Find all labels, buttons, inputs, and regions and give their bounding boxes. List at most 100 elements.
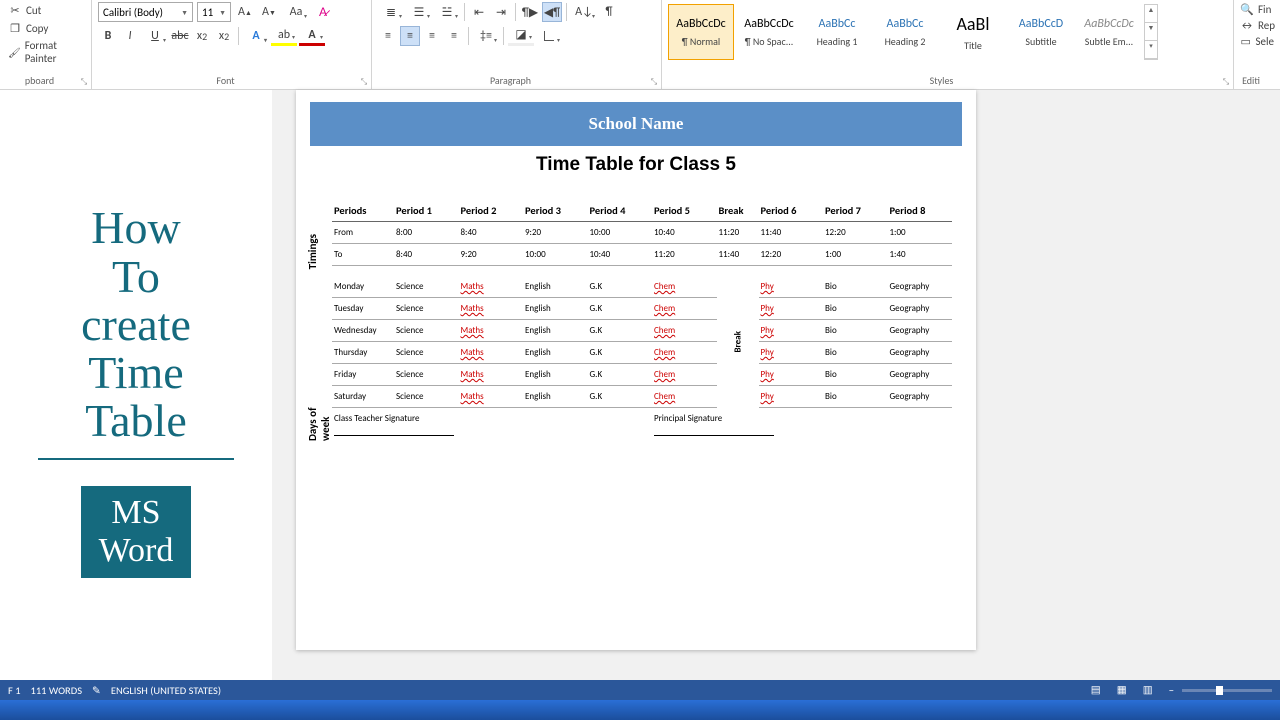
subject-cell: Bio [823,364,888,386]
zoom-thumb[interactable] [1216,686,1223,695]
col-header: Period 7 [823,200,888,222]
italic-button[interactable]: I [120,26,140,46]
subject-cell: G.K [588,386,653,408]
style-subtle-em---[interactable]: AaBbCcDcSubtle Em... [1076,4,1142,60]
brush-icon [8,45,21,59]
select-icon: ▭ [1240,34,1251,48]
copy-icon [8,21,22,35]
overlay-rule [38,458,235,460]
chevron-down-icon: ▼ [181,8,188,17]
bold-button[interactable]: B [98,26,118,46]
underline-button[interactable]: U [142,26,168,46]
time-cell: 1:40 [888,244,953,266]
read-mode-button[interactable]: ▤ [1091,683,1109,697]
style-title[interactable]: AaBlTitle [940,4,1006,60]
day-label: Thursday [332,342,394,364]
style-heading-2[interactable]: AaBbCcHeading 2 [872,4,938,60]
subject-cell: Phy [759,386,824,408]
clipboard-dialog-launcher[interactable]: ⤡ [79,77,89,87]
clear-formatting-button[interactable]: A̷ [313,2,333,22]
styles-gallery[interactable]: AaBbCcDc¶ NormalAaBbCcDc¶ No Spac...AaBb… [668,2,1227,60]
overlay-text: How To create Time Table [81,204,191,445]
text-effects-button[interactable]: A [243,26,269,46]
highlight-button[interactable]: ab [271,26,297,46]
shrink-font-button[interactable]: A▼ [259,2,279,22]
gallery-scroll[interactable]: ▲▼▾ [1144,4,1158,60]
separator [566,3,567,21]
principal-signature: Principal Signature [652,408,952,442]
strikethrough-button[interactable]: abc [170,26,190,46]
show-marks-button[interactable]: ¶ [599,2,619,22]
numbering-button[interactable]: ☰ [406,2,432,22]
styles-dialog-launcher[interactable]: ⤡ [1221,77,1231,87]
align-left-button[interactable]: ≡ [378,26,398,46]
separator [468,27,469,45]
word-count[interactable]: 111 WORDS [31,684,83,697]
style-subtitle[interactable]: AaBbCcDSubtitle [1008,4,1074,60]
increase-indent-button[interactable]: ⇥ [491,2,511,22]
style---no-spac---[interactable]: AaBbCcDc¶ No Spac... [736,4,802,60]
subscript-button[interactable]: x2 [192,26,212,46]
timetable: PeriodsPeriod 1Period 2Period 3Period 4P… [332,200,952,441]
ltr-button[interactable]: ¶▶ [520,2,540,22]
decrease-indent-button[interactable]: ⇤ [469,2,489,22]
time-cell: 9:20 [523,222,588,244]
subject-cell: Geography [888,276,953,298]
shading-button[interactable]: ◪ [508,26,534,46]
separator [515,3,516,21]
paragraph-dialog-launcher[interactable]: ⤡ [649,77,659,87]
style-heading-1[interactable]: AaBbCcHeading 1 [804,4,870,60]
subject-cell: Phy [759,298,824,320]
page-indicator[interactable]: F 1 [8,684,21,697]
print-layout-button[interactable]: ▦ [1117,683,1135,697]
document-area: How To create Time Table MS Word School … [0,90,1280,692]
zoom-slider[interactable] [1182,689,1272,692]
replace-button[interactable]: ↔Rep [1240,18,1274,32]
language-indicator[interactable]: ENGLISH (UNITED STATES) [111,684,221,697]
subject-cell: G.K [588,364,653,386]
copy-button[interactable]: Copy [6,20,85,36]
day-label: Monday [332,276,394,298]
day-label: Friday [332,364,394,386]
justify-button[interactable]: ≡ [444,26,464,46]
bullets-button[interactable]: ≣ [378,2,404,22]
select-button[interactable]: ▭ Sele [1240,34,1274,48]
superscript-button[interactable]: x2 [214,26,234,46]
subject-cell: Geography [888,298,953,320]
rtl-button[interactable]: ◀¶ [542,2,562,22]
windows-taskbar[interactable] [0,700,1280,720]
font-group-label: Font [92,74,359,87]
font-name-combo[interactable]: Calibri (Body) ▼ [98,2,193,22]
align-center-button[interactable]: ≡ [400,26,420,46]
font-size-combo[interactable]: 11▼ [197,2,231,22]
day-label: Wednesday [332,320,394,342]
group-paragraph: ≣ ☰ ☱ ⇤ ⇥ ¶▶ ◀¶ A↓ ¶ ≡ ≡ ≡ ≡ ‡≡ ◪ Paragr… [372,0,662,90]
grow-font-button[interactable]: A▲ [235,2,255,22]
subject-cell: Maths [459,386,524,408]
sort-button[interactable]: A↓ [571,2,597,22]
format-painter-button[interactable]: Format Painter [6,38,85,66]
status-bar: F 1 111 WORDS ✎ ENGLISH (UNITED STATES) … [0,680,1280,700]
proofing-icon[interactable]: ✎ [92,684,101,697]
subject-cell: Geography [888,342,953,364]
document-page[interactable]: School Name Time Table for Class 5 Timin… [296,90,976,650]
multilevel-button[interactable]: ☱ [434,2,460,22]
tutorial-overlay: How To create Time Table MS Word [0,90,272,692]
zoom-out-button[interactable]: − [1169,684,1174,697]
font-dialog-launcher[interactable]: ⤡ [359,77,369,87]
select-label: Sele [1255,35,1274,48]
timing-row: To8:409:2010:0010:4011:2011:4012:201:001… [332,244,952,266]
cut-button[interactable]: Cut [6,2,85,18]
style---normal[interactable]: AaBbCcDc¶ Normal [668,4,734,60]
line-spacing-button[interactable]: ‡≡ [473,26,499,46]
subject-cell: Maths [459,298,524,320]
web-layout-button[interactable]: ▥ [1143,683,1161,697]
change-case-button[interactable]: Aa [283,2,309,22]
font-name-value: Calibri (Body) [103,6,163,19]
find-button[interactable]: 🔍Fin [1240,2,1274,16]
time-cell: 10:00 [588,222,653,244]
align-right-button[interactable]: ≡ [422,26,442,46]
font-color-button[interactable]: A [299,26,325,46]
subject-cell: G.K [588,298,653,320]
borders-button[interactable] [536,26,562,46]
